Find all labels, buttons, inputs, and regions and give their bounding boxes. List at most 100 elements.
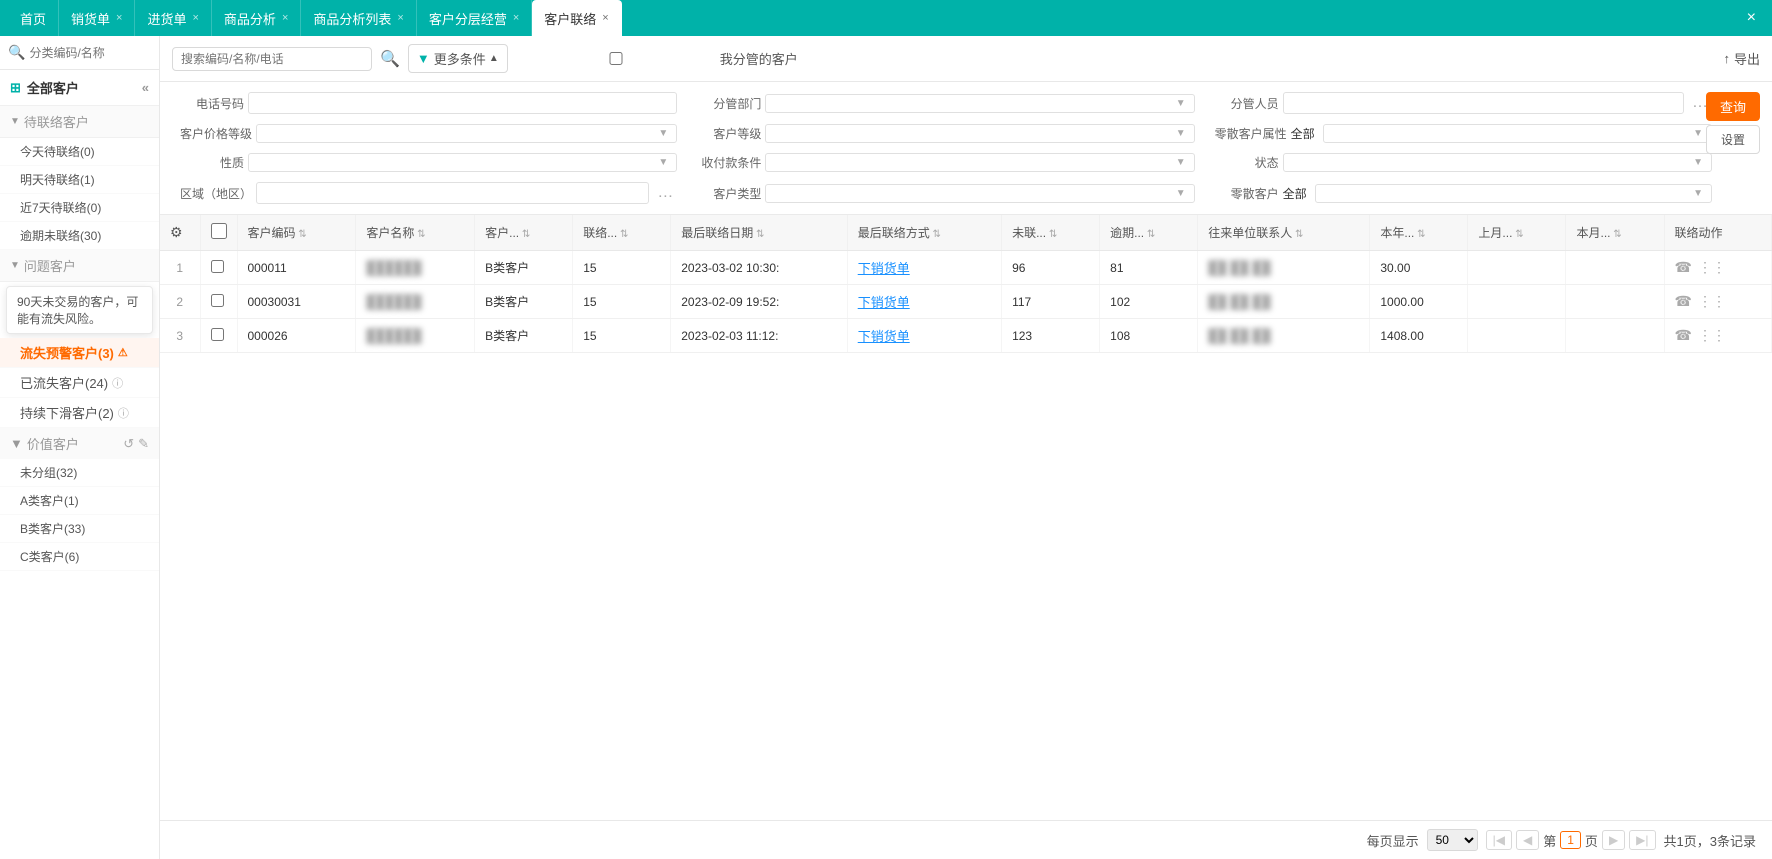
scattered-select[interactable]: ▼ [1315,184,1712,203]
sidebar-item-lost[interactable]: 已流失客户(24) ⓘ [0,368,159,398]
customer-level-select[interactable]: ▼ [765,124,1194,143]
cell-name: ██████ [356,319,475,353]
close-tab-customer-contact[interactable]: × [602,12,608,24]
sidebar-item-churn-warning[interactable]: 流失预警客户(3) ⚠ [0,338,159,368]
sidebar-group-pending[interactable]: ▼ 待联络客户 [0,106,159,138]
tab-sales[interactable]: 销货单 × [59,0,135,36]
tab-home[interactable]: 首页 [8,0,59,36]
close-tab-purchase[interactable]: × [192,12,198,24]
first-page-button[interactable]: |◀ [1486,830,1512,850]
action-phone-icon[interactable]: ☎ [1675,293,1692,310]
sidebar-item-week[interactable]: 近7天待联络(0) [0,194,159,222]
sidebar-item-unsorted[interactable]: 未分组(32) [0,459,159,487]
th-overdue[interactable]: 逾期... [1100,215,1198,251]
row-checkbox[interactable] [211,328,224,341]
th-contact-person[interactable]: 往来单位联系人 [1198,215,1370,251]
adv-field-person: 分管人员 … [1215,92,1712,114]
sidebar-group-value[interactable]: ▼ 价值客户 ↺ ✎ [0,428,159,459]
th-last-month[interactable]: 上月... [1468,215,1566,251]
search-input[interactable] [172,47,372,71]
sidebar-collapse-icon[interactable]: « [142,80,149,95]
sidebar-item-c-class[interactable]: C类客户(6) [0,543,159,571]
tab-customer-contact[interactable]: 客户联络 × [532,0,621,36]
th-last-method[interactable]: 最后联络方式 [847,215,1001,251]
cash-attr-select[interactable]: ▼ [1323,124,1712,143]
th-code[interactable]: 客户编码 [237,215,356,251]
cell-overdue: 102 [1100,285,1198,319]
sidebar-group-problem[interactable]: ▼ 问题客户 [0,250,159,282]
adv-field-region: 区域（地区） … [180,182,677,204]
edit-icon[interactable]: ✎ [138,436,149,452]
export-button[interactable]: ↑ 导出 [1723,49,1760,68]
per-page-select[interactable]: 50 100 [1427,829,1478,851]
tab-purchase[interactable]: 进货单 × [135,0,211,36]
close-tab-customer-layer[interactable]: × [513,12,519,24]
close-tab-analysis[interactable]: × [282,12,288,24]
sidebar-item-tomorrow[interactable]: 明天待联络(1) [0,166,159,194]
price-level-select[interactable]: ▼ [256,124,677,143]
value-group-icons[interactable]: ↺ ✎ [123,436,149,452]
th-contact[interactable]: 联络... [573,215,671,251]
sidebar-all-customers[interactable]: ⊞ 全部客户 « [0,70,159,106]
settings-button[interactable]: 设置 [1706,125,1760,154]
sidebar-item-overdue[interactable]: 逾期未联络(30) [0,222,159,250]
action-more-icon[interactable]: ⋮⋮ [1698,293,1726,310]
th-last-date[interactable]: 最后联络日期 [671,215,847,251]
tab-bar-close-icon[interactable]: × [1739,9,1764,27]
status-select[interactable]: ▼ [1283,153,1712,172]
close-tab-analysis-list[interactable]: × [397,12,403,24]
sidebar-item-declining[interactable]: 持续下滑客户(2) ⓘ [0,398,159,428]
action-more-icon[interactable]: ⋮⋮ [1698,259,1726,276]
action-phone-icon[interactable]: ☎ [1675,327,1692,344]
th-settings[interactable]: ⚙ [160,215,200,251]
cell-unlisted: 96 [1002,251,1100,285]
person-input[interactable] [1283,92,1684,114]
cell-year: 1408.00 [1370,319,1468,353]
th-type[interactable]: 客户... [475,215,573,251]
cash-attr-arrow-icon: ▼ [1693,128,1703,139]
th-unlisted[interactable]: 未联... [1002,215,1100,251]
tab-customer-layer[interactable]: 客户分层经营 × [417,0,532,36]
refresh-icon[interactable]: ↺ [123,436,134,452]
table-body: 1 000011 ██████ B类客户 15 2023-03-02 10:30… [160,251,1772,353]
table-settings-icon[interactable]: ⚙ [170,224,183,240]
action-more-icon[interactable]: ⋮⋮ [1698,327,1726,344]
last-method-link[interactable]: 下销货单 [858,295,910,310]
tab-bar: 首页 销货单 × 进货单 × 商品分析 × 商品分析列表 × 客户分层经营 × … [0,0,1772,36]
total-info: 共1页，3条记录 [1664,831,1756,850]
customer-type-select[interactable]: ▼ [765,184,1194,203]
row-checkbox[interactable] [211,260,224,273]
last-page-button[interactable]: ▶| [1629,830,1655,850]
row-checkbox[interactable] [211,294,224,307]
more-conditions-button[interactable]: ▼ 更多条件 ▲ [408,44,508,73]
cell-num: 2 [160,285,200,319]
mine-customers-checkbox[interactable] [516,52,716,65]
region-more-icon[interactable]: … [653,184,677,202]
last-method-link[interactable]: 下销货单 [858,329,910,344]
tab-analysis[interactable]: 商品分析 × [212,0,301,36]
cell-last-date: 2023-02-03 11:12: [671,319,847,353]
th-name[interactable]: 客户名称 [356,215,475,251]
region-input[interactable] [256,182,649,204]
sidebar-search-input[interactable] [29,46,160,60]
prev-page-button[interactable]: ◀ [1516,830,1539,850]
sidebar-item-a-class[interactable]: A类客户(1) [0,487,159,515]
tab-analysis-list[interactable]: 商品分析列表 × [301,0,416,36]
th-this-month[interactable]: 本月... [1566,215,1664,251]
payment-select[interactable]: ▼ [765,153,1194,172]
sidebar-item-b-class[interactable]: B类客户(33) [0,515,159,543]
close-tab-sales[interactable]: × [116,12,122,24]
dept-select[interactable]: ▼ [765,94,1194,113]
filter-search-button[interactable]: 🔍 [380,49,400,69]
page-nav: |◀ ◀ 第 1 页 ▶ ▶| [1486,830,1656,850]
select-all-checkbox[interactable] [211,223,227,239]
query-button[interactable]: 查询 [1706,92,1760,121]
gender-select[interactable]: ▼ [248,153,677,172]
next-page-button[interactable]: ▶ [1602,830,1625,850]
action-phone-icon[interactable]: ☎ [1675,259,1692,276]
mine-customers-checkbox-label[interactable]: 我分管的客户 [516,49,798,68]
th-year[interactable]: 本年... [1370,215,1468,251]
phone-input[interactable] [248,92,677,114]
last-method-link[interactable]: 下销货单 [858,261,910,276]
sidebar-item-today[interactable]: 今天待联络(0) [0,138,159,166]
